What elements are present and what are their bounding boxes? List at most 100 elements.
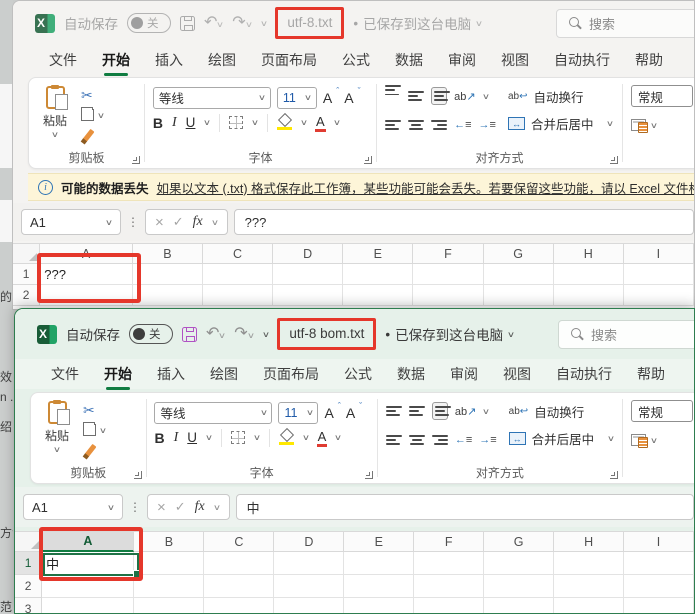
row-header-2[interactable]: 2: [15, 575, 42, 598]
column-header-b[interactable]: B: [133, 244, 203, 264]
tab-automate[interactable]: 自动执行: [556, 364, 612, 384]
enter-icon[interactable]: ✓: [173, 214, 184, 230]
cell[interactable]: [554, 575, 624, 598]
chevron-down-icon[interactable]: ∨: [650, 121, 658, 130]
dialog-launcher-icon[interactable]: [610, 471, 618, 479]
cell[interactable]: [484, 598, 554, 614]
column-header-e[interactable]: E: [343, 244, 413, 264]
tab-view[interactable]: 视图: [503, 364, 531, 384]
dialog-launcher-icon[interactable]: [610, 156, 618, 164]
chevron-down-icon[interactable]: ∨: [334, 433, 342, 442]
save-icon[interactable]: [182, 327, 197, 342]
tab-view[interactable]: 视图: [501, 50, 529, 70]
column-header-c[interactable]: C: [204, 532, 274, 552]
dialog-launcher-icon[interactable]: [134, 471, 142, 479]
undo-icon[interactable]: ↶∨: [204, 15, 223, 31]
tab-home[interactable]: 开始: [102, 50, 130, 70]
autosave-toggle[interactable]: 关: [129, 324, 173, 344]
cell[interactable]: [274, 598, 344, 614]
tab-file[interactable]: 文件: [49, 50, 77, 70]
cancel-icon[interactable]: ×: [157, 499, 166, 516]
cell[interactable]: [133, 285, 203, 306]
row-header-3[interactable]: 3: [15, 598, 42, 614]
tab-formulas[interactable]: 公式: [342, 50, 370, 70]
decrease-indent-button[interactable]: ←≡: [455, 434, 472, 446]
paste-button[interactable]: 粘贴 ∨: [37, 85, 73, 142]
font-size-dropdown[interactable]: 11 ∨: [277, 87, 317, 109]
column-header-d[interactable]: D: [274, 532, 344, 552]
cell[interactable]: [554, 552, 624, 575]
column-header-f[interactable]: F: [414, 532, 484, 552]
cell[interactable]: [413, 264, 483, 285]
font-name-dropdown[interactable]: 等线 ∨: [154, 402, 272, 424]
cell[interactable]: [203, 264, 273, 285]
cut-button[interactable]: ✂: [83, 403, 106, 417]
align-right-button[interactable]: [432, 435, 448, 445]
ribbon-options-chevron-icon[interactable]: ∨: [259, 19, 267, 28]
chevron-down-icon[interactable]: ∨: [302, 433, 310, 442]
cell[interactable]: [273, 264, 343, 285]
cell[interactable]: [343, 264, 413, 285]
increase-indent-button[interactable]: →≡: [479, 434, 496, 446]
italic-button[interactable]: I: [172, 115, 177, 131]
select-all-corner[interactable]: [15, 532, 42, 552]
font-name-dropdown[interactable]: 等线 ∨: [153, 87, 271, 109]
save-status[interactable]: • 已保存到这台电脑 ∨: [353, 13, 482, 33]
redo-icon[interactable]: ↷∨: [234, 326, 253, 342]
tab-draw[interactable]: 绘图: [210, 364, 238, 384]
column-header-b[interactable]: B: [134, 532, 204, 552]
cell-a1[interactable]: ???: [40, 264, 133, 285]
align-bottom-button[interactable]: [431, 87, 447, 105]
cell[interactable]: [42, 575, 134, 598]
cell[interactable]: [624, 552, 694, 575]
dialog-launcher-icon[interactable]: [365, 471, 373, 479]
format-painter-button[interactable]: [81, 128, 104, 142]
merge-center-button[interactable]: ↔ 合并后居中 ∨: [508, 114, 613, 133]
tab-insert[interactable]: 插入: [157, 364, 185, 384]
dialog-launcher-icon[interactable]: [132, 156, 140, 164]
select-all-corner[interactable]: [13, 244, 40, 264]
cell[interactable]: [344, 598, 414, 614]
chevron-down-icon[interactable]: ∨: [300, 118, 308, 127]
tab-page-layout[interactable]: 页面布局: [263, 364, 319, 384]
cell[interactable]: [624, 598, 694, 614]
align-center-button[interactable]: [408, 120, 424, 130]
insert-function-icon[interactable]: fx: [195, 499, 205, 515]
align-bottom-button[interactable]: [432, 402, 448, 420]
cancel-icon[interactable]: ×: [155, 214, 164, 231]
column-header-g[interactable]: G: [484, 244, 554, 264]
formula-bar-handle[interactable]: ⋮: [127, 215, 139, 229]
cell[interactable]: [414, 552, 484, 575]
font-color-icon[interactable]: A: [316, 114, 325, 131]
underline-button[interactable]: U: [187, 430, 197, 445]
row-header-1[interactable]: 1: [15, 552, 42, 575]
search-input[interactable]: 搜索: [556, 9, 695, 38]
accounting-number-format-icon[interactable]: [631, 434, 646, 446]
redo-icon[interactable]: ↷∨: [232, 15, 251, 31]
cell[interactable]: [203, 285, 273, 306]
tab-review[interactable]: 审阅: [450, 364, 478, 384]
cell[interactable]: [133, 264, 203, 285]
cell[interactable]: [204, 552, 274, 575]
cell[interactable]: [624, 285, 694, 306]
cell[interactable]: [484, 285, 554, 306]
undo-icon[interactable]: ↶∨: [206, 326, 225, 342]
column-header-e[interactable]: E: [344, 532, 414, 552]
decrease-font-size-button[interactable]: A: [344, 90, 359, 106]
italic-button[interactable]: I: [174, 430, 179, 446]
cell[interactable]: [484, 575, 554, 598]
underline-button[interactable]: U: [186, 115, 196, 130]
cell[interactable]: [344, 575, 414, 598]
tab-automate[interactable]: 自动执行: [554, 50, 610, 70]
orientation-button[interactable]: ab↗: [455, 405, 476, 418]
cell[interactable]: [344, 552, 414, 575]
formula-input[interactable]: ???: [234, 209, 694, 235]
number-format-dropdown[interactable]: 常规: [631, 400, 693, 422]
decrease-indent-button[interactable]: ←≡: [454, 119, 471, 131]
save-icon[interactable]: [180, 16, 195, 31]
cell[interactable]: [624, 264, 694, 285]
column-header-i[interactable]: I: [624, 532, 694, 552]
number-format-dropdown[interactable]: 常规: [631, 85, 693, 107]
column-header-a[interactable]: A: [42, 532, 134, 552]
cell[interactable]: [343, 285, 413, 306]
